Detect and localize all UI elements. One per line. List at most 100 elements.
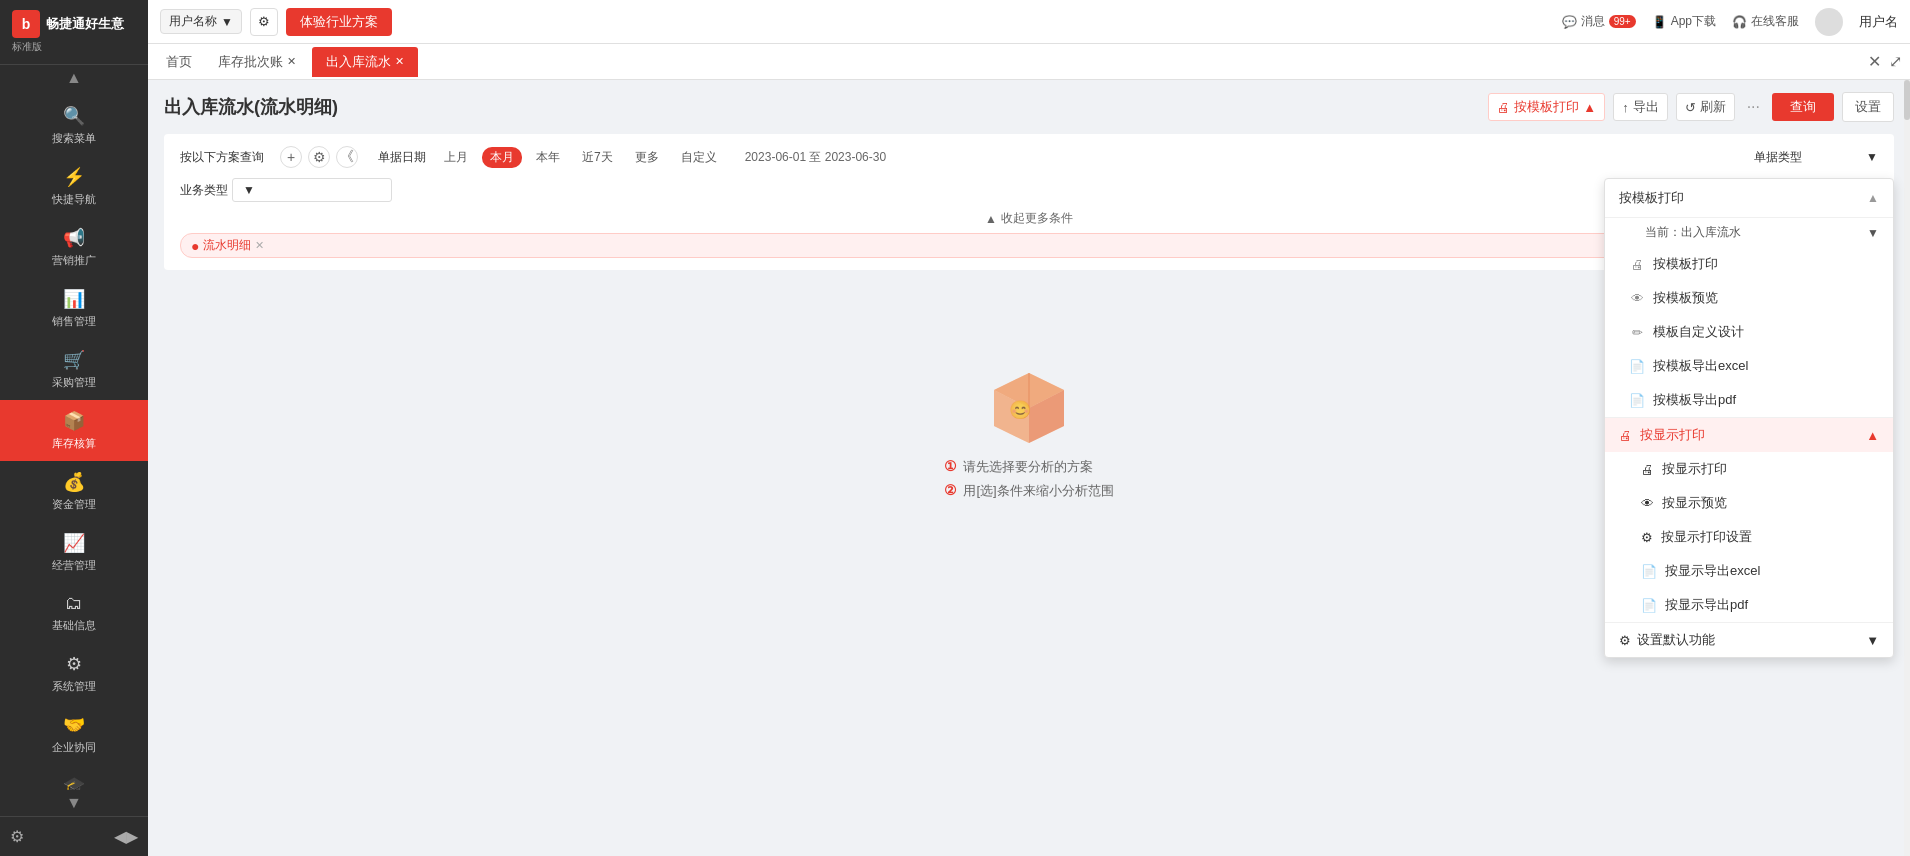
add-filter-button[interactable]: + [280,146,302,168]
settings-button[interactable]: 设置 [1842,92,1894,122]
sidebar-item-newbie[interactable]: 🎓 新手引导 [0,765,148,790]
app-download-label: App下载 [1671,13,1716,30]
sidebar-item-marketing[interactable]: 📢 营销推广 [0,217,148,278]
biz-type-dropdown-arrow: ▼ [243,183,255,197]
query-button[interactable]: 查询 [1772,93,1834,121]
collapse-label: 收起更多条件 [1001,210,1073,227]
date-btn-custom[interactable]: 自定义 [673,147,725,168]
sidebar-item-collab[interactable]: 🤝 企业协同 [0,704,148,765]
display-section-header[interactable]: 🖨 按显示打印 ▲ [1605,418,1893,452]
sidebar-scroll-down[interactable]: ▼ [0,790,148,816]
top-bar: 用户名称 ▼ ⚙ 体验行业方案 💬 消息 99+ 📱 App下载 🎧 [148,0,1910,44]
dropdown-item-template-pdf[interactable]: 📄 按模板导出pdf [1605,383,1893,417]
scrollbar-track[interactable] [1904,80,1910,856]
flow-tag-close-icon[interactable]: ✕ [255,239,264,252]
date-btn-7days[interactable]: 近7天 [574,147,621,168]
dropdown-sub-display-settings[interactable]: ⚙ 按显示打印设置 [1605,520,1893,554]
sidebar-item-sales[interactable]: 📊 销售管理 [0,278,148,339]
sidebar-item-shortcut[interactable]: ⚡ 快捷导航 [0,156,148,217]
dropdown-sub-display-excel[interactable]: 📄 按显示导出excel [1605,554,1893,588]
refresh-button[interactable]: ↺ 刷新 [1676,93,1735,121]
app-download-button[interactable]: 📱 App下载 [1652,13,1716,30]
close-batch-account-tab[interactable]: ✕ [287,55,296,68]
dropdown-sub-display-pdf[interactable]: 📄 按显示导出pdf [1605,588,1893,622]
tab-home[interactable]: 首页 [156,47,202,77]
online-service-button[interactable]: 🎧 在线客服 [1732,13,1799,30]
dropdown-chevron-up[interactable]: ▲ [1867,191,1879,205]
date-btn-more[interactable]: 更多 [627,147,667,168]
page-header: 出入库流水(流水明细) 🖨 按模板打印 ▲ ↑ 导出 ↺ [164,92,1894,122]
excel-icon: 📄 [1629,358,1645,374]
date-btn-last-month[interactable]: 上月 [436,147,476,168]
dropdown-item-label: 按模板导出excel [1653,357,1748,375]
avatar[interactable] [1815,8,1843,36]
type-filter[interactable]: 单据类型 ▼ [1754,149,1878,166]
message-label: 消息 [1581,13,1605,30]
close-flow-tab[interactable]: ✕ [395,55,404,68]
preview-icon: 👁 [1629,290,1645,306]
close-all-tabs-icon[interactable]: ✕ [1868,52,1881,71]
sidebar-item-basic[interactable]: 🗂 基础信息 [0,583,148,643]
more-actions-icon[interactable]: ··· [1747,98,1760,116]
sidebar-item-inventory[interactable]: 📦 库存核算 [0,400,148,461]
sidebar-item-system[interactable]: ⚙ 系统管理 [0,643,148,704]
operation-icon: 📈 [63,532,85,554]
sidebar-item-search[interactable]: 🔍 搜索菜单 [0,95,148,156]
dropdown-item-label: 按模板打印 [1653,255,1718,273]
tab-batch-account[interactable]: 库存批次账 ✕ [204,47,310,77]
display-section-chevron: ▲ [1866,428,1879,443]
dropdown-item-template-preview[interactable]: 👁 按模板预览 [1605,281,1893,315]
dropdown-item-label: 按模板导出pdf [1653,391,1736,409]
message-badge: 99+ [1609,15,1636,28]
print-button[interactable]: 🖨 按模板打印 ▲ [1488,93,1605,121]
dropdown-item-template-print[interactable]: 🖨 按模板打印 [1605,247,1893,281]
scrollbar-thumb[interactable] [1904,80,1910,120]
expand-tabs-icon[interactable]: ⤢ [1889,52,1902,71]
sidebar-item-label: 库存核算 [52,436,96,451]
sub-item-label: 按显示打印设置 [1661,528,1752,546]
tab-flow[interactable]: 出入库流水 ✕ [312,47,418,77]
filter-settings-button[interactable]: ⚙ [308,146,330,168]
finance-icon: 💰 [63,471,85,493]
top-bar-left: 用户名称 ▼ ⚙ 体验行业方案 [160,8,1554,36]
date-filter-group: 单据日期 上月 本月 本年 近7天 更多 自定义 [378,147,725,168]
chevron-up-icon: ▲ [1583,100,1596,115]
sidebar-item-purchase[interactable]: 🛒 采购管理 [0,339,148,400]
marketing-icon: 📢 [63,227,85,249]
sidebar-item-finance[interactable]: 💰 资金管理 [0,461,148,522]
filter-collapse-button[interactable]: 《 [336,146,358,168]
sidebar-item-operation[interactable]: 📈 经营管理 [0,522,148,583]
sub-item-label: 按显示打印 [1662,460,1727,478]
dropdown-item-template-custom[interactable]: ✏ 模板自定义设计 [1605,315,1893,349]
dropdown-sub-display-preview[interactable]: 👁 按显示预览 [1605,486,1893,520]
tip-num-2: ② [944,482,957,498]
dropdown-header: 按模板打印 ▲ [1605,179,1893,218]
top-bar-right: 💬 消息 99+ 📱 App下载 🎧 在线客服 用户名 [1562,8,1898,36]
message-button[interactable]: 💬 消息 99+ [1562,13,1636,30]
trial-button[interactable]: 体验行业方案 [286,8,392,36]
date-btn-this-year[interactable]: 本年 [528,147,568,168]
system-icon: ⚙ [66,653,82,675]
sidebar-scroll-up[interactable]: ▲ [0,65,148,91]
collapse-button[interactable]: ▲ 收起更多条件 [985,210,1073,227]
biz-type-selector[interactable]: ▼ [232,178,392,202]
gear-button[interactable]: ⚙ [250,8,278,36]
export-button[interactable]: ↑ 导出 [1613,93,1668,121]
refresh-icon: ↺ [1685,100,1696,115]
type-label: 单据类型 [1754,149,1802,166]
printer-icon: 🖨 [1497,100,1510,115]
sidebar-item-label: 经营管理 [52,558,96,573]
chevron-down-icon: ▼ [221,15,233,29]
svg-text:😊: 😊 [1009,399,1032,421]
user-selector[interactable]: 用户名称 ▼ [160,9,242,34]
date-btn-this-month[interactable]: 本月 [482,147,522,168]
dropdown-footer[interactable]: ⚙ 设置默认功能 ▼ [1605,622,1893,657]
collapse-icon[interactable]: ◀▶ [114,827,138,846]
dropdown-sub-display-print[interactable]: 🖨 按显示打印 [1605,452,1893,486]
dropdown-item-template-excel[interactable]: 📄 按模板导出excel [1605,349,1893,383]
display-settings-icon: ⚙ [1641,530,1653,545]
search-icon: 🔍 [63,105,85,127]
export-label: 导出 [1633,98,1659,116]
settings-icon[interactable]: ⚙ [10,827,24,846]
sidebar-item-label: 快捷导航 [52,192,96,207]
